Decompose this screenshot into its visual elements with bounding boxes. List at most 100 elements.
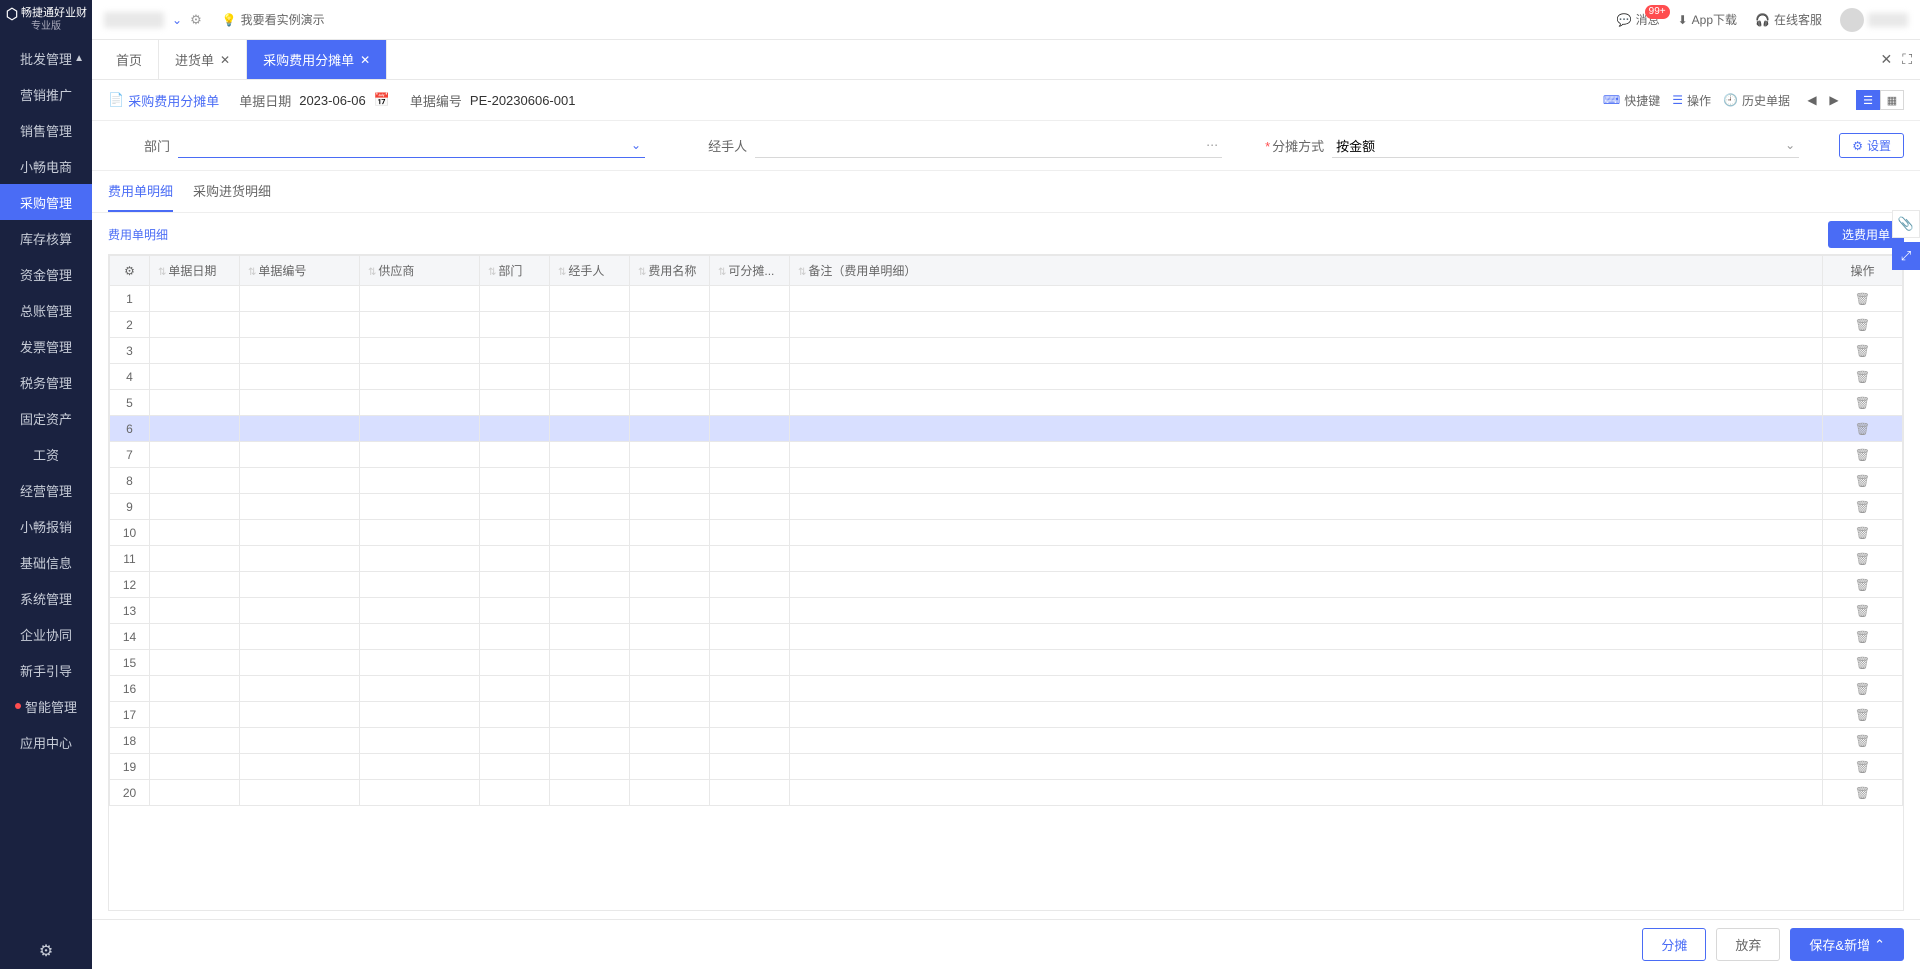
cell[interactable]	[240, 676, 360, 702]
delete-icon[interactable]: 🗑	[1855, 578, 1870, 592]
delete-icon[interactable]: 🗑	[1855, 448, 1870, 462]
cell[interactable]	[710, 312, 790, 338]
nav-item-2[interactable]: 销售管理	[0, 112, 92, 148]
nav-item-15[interactable]: 系统管理	[0, 580, 92, 616]
cell[interactable]	[790, 572, 1823, 598]
table-row[interactable]: 20🗑	[110, 780, 1903, 806]
nav-item-6[interactable]: 资金管理	[0, 256, 92, 292]
table-scroll[interactable]: ⚙ ⇅单据日期 ⇅单据编号 ⇅供应商 ⇅部门 ⇅经手人 ⇅费用名称 ⇅可分摊..…	[108, 254, 1904, 911]
cell[interactable]	[150, 312, 240, 338]
cell[interactable]	[630, 286, 710, 312]
delete-icon[interactable]: 🗑	[1855, 786, 1870, 800]
cell[interactable]	[790, 338, 1823, 364]
tab-2[interactable]: 采购费用分摊单✕	[247, 40, 387, 79]
cell[interactable]	[630, 312, 710, 338]
nav-item-8[interactable]: 发票管理	[0, 328, 92, 364]
messages-button[interactable]: 💬 消息 99+	[1617, 11, 1660, 28]
table-row[interactable]: 11🗑	[110, 546, 1903, 572]
cell[interactable]	[360, 416, 480, 442]
nav-item-1[interactable]: 营销推广	[0, 76, 92, 112]
cell[interactable]	[150, 468, 240, 494]
cell[interactable]	[360, 312, 480, 338]
online-service-button[interactable]: 🎧 在线客服	[1755, 11, 1822, 28]
cell[interactable]	[550, 702, 630, 728]
cell[interactable]	[710, 598, 790, 624]
table-row[interactable]: 6🗑	[110, 416, 1903, 442]
gear-icon[interactable]: ⚙	[39, 941, 53, 961]
cell[interactable]	[790, 494, 1823, 520]
cell[interactable]	[240, 312, 360, 338]
cell[interactable]	[710, 624, 790, 650]
cell[interactable]	[480, 520, 550, 546]
close-icon[interactable]: ✕	[360, 53, 370, 67]
more-icon[interactable]: ⋯	[1206, 138, 1218, 152]
cell[interactable]	[150, 390, 240, 416]
cell[interactable]	[790, 780, 1823, 806]
cell[interactable]	[360, 728, 480, 754]
cell[interactable]	[360, 390, 480, 416]
cell[interactable]	[150, 676, 240, 702]
col-handler[interactable]: ⇅经手人	[550, 256, 630, 286]
tab-0[interactable]: 首页	[100, 40, 159, 79]
nav-item-9[interactable]: 税务管理	[0, 364, 92, 400]
next-arrow[interactable]: ▶	[1824, 90, 1844, 110]
cell[interactable]	[240, 442, 360, 468]
cell[interactable]	[240, 364, 360, 390]
cell[interactable]	[550, 494, 630, 520]
cell[interactable]	[630, 390, 710, 416]
cell[interactable]	[150, 624, 240, 650]
cell[interactable]	[360, 442, 480, 468]
cell[interactable]	[480, 442, 550, 468]
delete-icon[interactable]: 🗑	[1855, 656, 1870, 670]
table-row[interactable]: 13🗑	[110, 598, 1903, 624]
cell[interactable]	[710, 416, 790, 442]
list-view-button[interactable]: ☰	[1856, 90, 1880, 110]
fullscreen-icon[interactable]: ⛶	[1902, 51, 1912, 68]
cell[interactable]	[360, 754, 480, 780]
cell[interactable]	[550, 754, 630, 780]
cell[interactable]	[150, 572, 240, 598]
cell[interactable]	[550, 676, 630, 702]
cell[interactable]	[790, 650, 1823, 676]
table-row[interactable]: 14🗑	[110, 624, 1903, 650]
shortcut-button[interactable]: ⌨ 快捷键	[1603, 92, 1660, 109]
cell[interactable]	[150, 286, 240, 312]
nav-item-11[interactable]: 工资	[0, 436, 92, 472]
delete-icon[interactable]: 🗑	[1855, 734, 1870, 748]
delete-icon[interactable]: 🗑	[1855, 604, 1870, 618]
cell[interactable]	[790, 312, 1823, 338]
cell[interactable]	[360, 780, 480, 806]
cell[interactable]	[150, 338, 240, 364]
cell[interactable]	[550, 728, 630, 754]
date-value[interactable]: 2023-06-06	[299, 93, 366, 108]
cell[interactable]	[710, 572, 790, 598]
cell[interactable]	[360, 702, 480, 728]
cell[interactable]	[710, 468, 790, 494]
cell[interactable]	[360, 546, 480, 572]
nav-item-7[interactable]: 总账管理	[0, 292, 92, 328]
table-row[interactable]: 9🗑	[110, 494, 1903, 520]
table-row[interactable]: 18🗑	[110, 728, 1903, 754]
attachment-button[interactable]: 📎	[1892, 210, 1920, 238]
cell[interactable]	[360, 520, 480, 546]
nav-item-14[interactable]: 基础信息	[0, 544, 92, 580]
cell[interactable]	[480, 312, 550, 338]
cell[interactable]	[710, 442, 790, 468]
user-menu[interactable]	[1840, 8, 1908, 32]
cell[interactable]	[790, 416, 1823, 442]
table-row[interactable]: 19🗑	[110, 754, 1903, 780]
cell[interactable]	[630, 494, 710, 520]
delete-icon[interactable]: 🗑	[1855, 344, 1870, 358]
cell[interactable]	[360, 286, 480, 312]
cell[interactable]	[630, 650, 710, 676]
dept-input-wrap[interactable]: ⌄	[178, 134, 645, 158]
cell[interactable]	[480, 780, 550, 806]
nav-item-13[interactable]: 小畅报销	[0, 508, 92, 544]
nav-item-5[interactable]: 库存核算	[0, 220, 92, 256]
table-row[interactable]: 4🗑	[110, 364, 1903, 390]
nav-item-16[interactable]: 企业协同	[0, 616, 92, 652]
delete-icon[interactable]: 🗑	[1855, 526, 1870, 540]
cell[interactable]	[360, 468, 480, 494]
delete-icon[interactable]: 🗑	[1855, 708, 1870, 722]
cell[interactable]	[710, 728, 790, 754]
